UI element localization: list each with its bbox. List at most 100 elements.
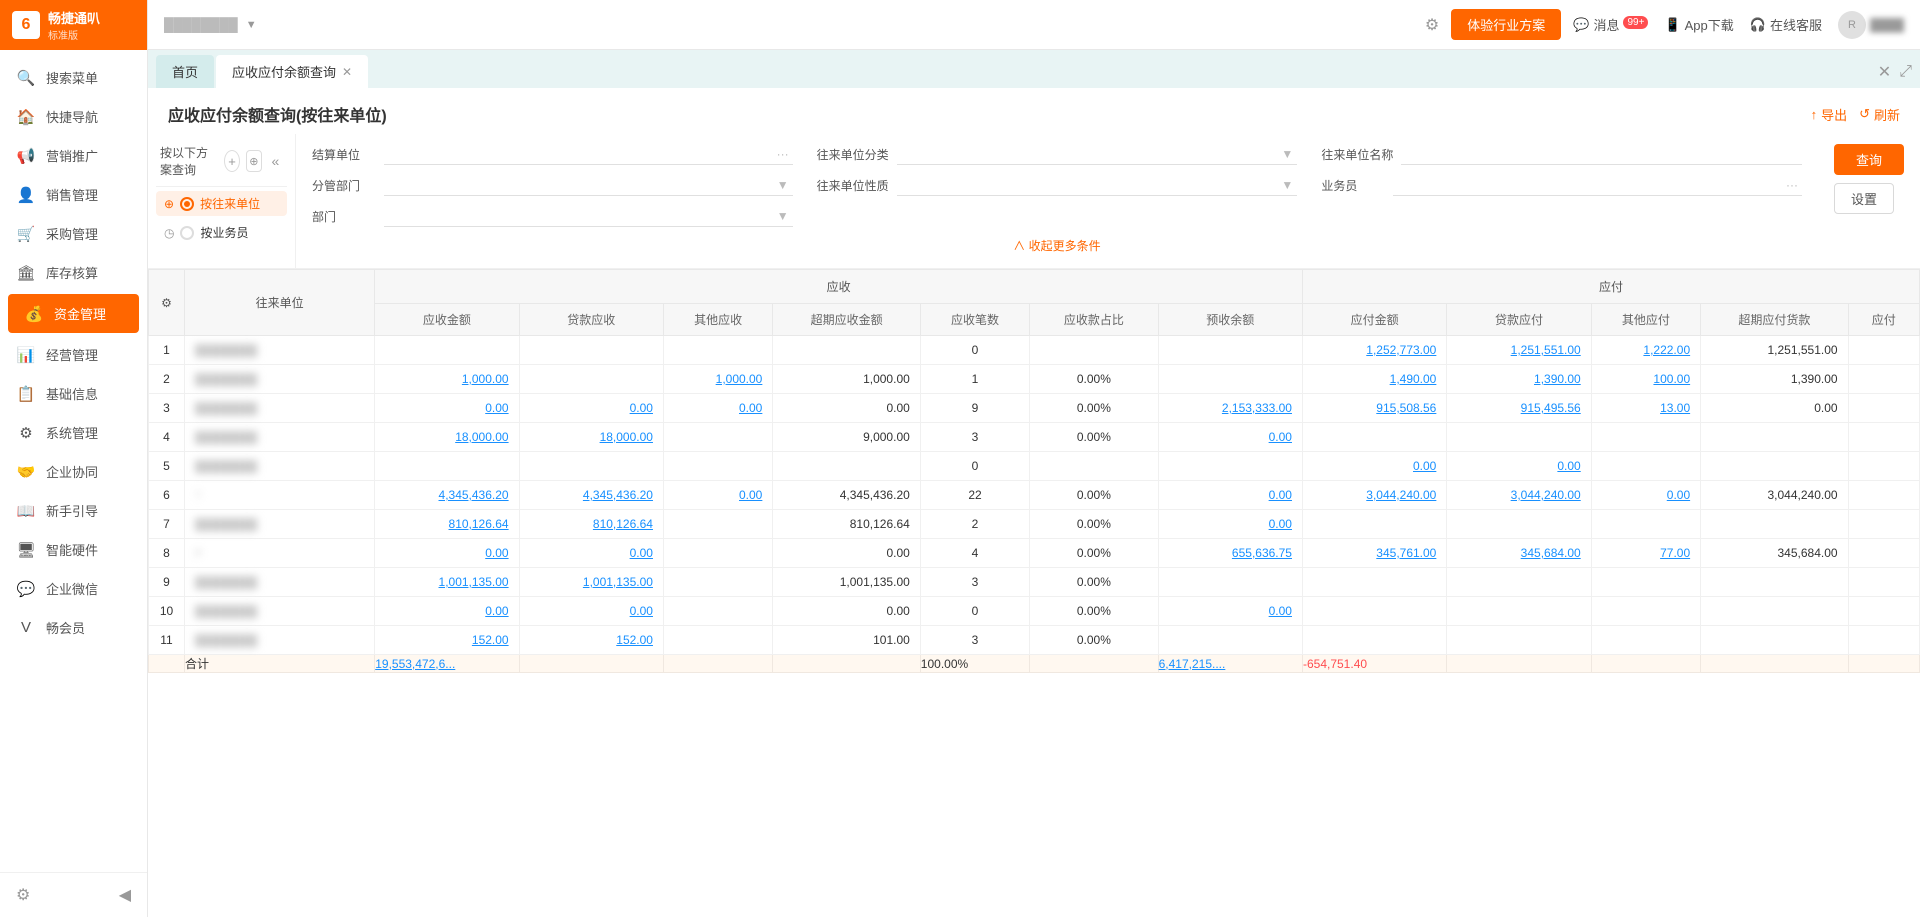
- table-row: 5████████00.000.00: [149, 452, 1920, 481]
- footer-empty5: [1030, 655, 1158, 673]
- sidebar-item-purchase[interactable]: 🛒 采购管理: [0, 214, 147, 253]
- filter-cell-partner-name: 往来单位名称: [1321, 144, 1802, 165]
- query-buttons: 查询 设置: [1818, 134, 1920, 268]
- vip-icon: V: [16, 619, 36, 636]
- partner-nature-input[interactable]: [901, 178, 1282, 192]
- col-ar-loan: 贷款应收: [519, 304, 663, 336]
- chevron-down-icon[interactable]: ▼: [246, 19, 257, 31]
- footer-label: 合计: [185, 655, 375, 673]
- expand-icon[interactable]: ⤢: [1899, 63, 1912, 81]
- refresh-label: 刷新: [1874, 105, 1900, 124]
- salesperson-input[interactable]: [1397, 178, 1786, 192]
- data-table: ⚙ 往来单位 应收 应付 应收金额 贷款应收 其他应收 超期应收金额 应收笔数 …: [148, 269, 1920, 673]
- filter-radio-partner: [180, 197, 194, 211]
- filter-option-by-partner[interactable]: ⊕ 按往来单位: [156, 191, 287, 216]
- partner-category-arrow-icon[interactable]: ▼: [1281, 147, 1293, 161]
- sidebar-item-operation[interactable]: 📊 经营管理: [0, 335, 147, 374]
- service-item[interactable]: 🎧 在线客服: [1750, 15, 1822, 34]
- partner-name-input-wrap: [1401, 144, 1802, 165]
- operation-icon: 📊: [16, 346, 36, 364]
- export-button[interactable]: ↑ 导出: [1811, 105, 1848, 124]
- filter-options: ⊕ 按往来单位 ◷ 按业务员: [156, 187, 287, 249]
- sidebar-item-wechat[interactable]: 💬 企业微信: [0, 569, 147, 608]
- filter-config-button[interactable]: ⊕: [246, 150, 262, 172]
- table-footer: 合计 19,553,472,6... 100.00% 6,417,215....…: [149, 655, 1920, 673]
- app-label: App下载: [1685, 15, 1734, 34]
- sidebar-item-search[interactable]: 🔍 搜索菜单: [0, 58, 147, 97]
- filter-salesperson-label: 按业务员: [200, 224, 248, 241]
- filter-cell-settlement: 结算单位 ···: [312, 144, 793, 165]
- content-area: 应收应付余额查询(按往来单位) ↑ 导出 ↺ 刷新 按以下方案查询 + ⊕: [148, 88, 1920, 917]
- footer-empty: [149, 655, 185, 673]
- breadcrumb-text: ████████: [164, 17, 238, 32]
- salesperson-dots-icon[interactable]: ···: [1786, 178, 1798, 192]
- sidebar-logo-sub: 标准版: [48, 27, 100, 42]
- tabbar-actions: ✕ ⤢: [1878, 62, 1912, 88]
- collapse-more-button[interactable]: ∧ 收起更多条件: [312, 233, 1802, 258]
- footer-ar-total[interactable]: 19,553,472,6...: [375, 655, 519, 673]
- table-settings-icon[interactable]: ⚙: [161, 296, 172, 310]
- sidebar-item-quicknav[interactable]: 🏠 快捷导航: [0, 97, 147, 136]
- query-button[interactable]: 查询: [1834, 144, 1904, 175]
- sidebar: 6 畅捷通叭 标准版 🔍 搜索菜单 🏠 快捷导航 📢 营销推广 👤 销售管理 🛒…: [0, 0, 148, 917]
- sidebar-item-sales[interactable]: 👤 销售管理: [0, 175, 147, 214]
- sidebar-item-label: 基础信息: [46, 384, 98, 403]
- tab-close-icon[interactable]: ✕: [342, 65, 352, 79]
- close-window-icon[interactable]: ✕: [1878, 62, 1891, 82]
- header-right: 💬 消息 99+ 📱 App下载 🎧 在线客服 R ████: [1573, 11, 1904, 39]
- setting-button[interactable]: 设置: [1834, 183, 1894, 214]
- table-row: 9████████1,001,135.001,001,135.001,001,1…: [149, 568, 1920, 597]
- filter-arrow-button[interactable]: «: [268, 150, 283, 172]
- partner-name-input[interactable]: [1405, 147, 1798, 161]
- header-gear-icon[interactable]: ⚙: [1425, 15, 1439, 35]
- sidebar-item-label: 经营管理: [46, 345, 98, 364]
- dept-arrow-icon[interactable]: ▼: [777, 178, 789, 192]
- app-download-item[interactable]: 📱 App下载: [1664, 15, 1733, 34]
- promo-button[interactable]: 体验行业方案: [1451, 9, 1561, 40]
- tab-home[interactable]: 首页: [156, 55, 214, 88]
- breadcrumb: ████████ ▼: [164, 17, 1413, 32]
- refresh-icon: ↺: [1859, 106, 1870, 122]
- refresh-button[interactable]: ↺ 刷新: [1859, 105, 1900, 124]
- sidebar-item-marketing[interactable]: 📢 营销推广: [0, 136, 147, 175]
- inventory-icon: 🏛: [16, 264, 36, 282]
- sidebar-item-inventory[interactable]: 🏛 库存核算: [0, 253, 147, 292]
- sidebar-footer: ⚙ ◀: [0, 872, 147, 917]
- table-row: 4████████18,000.0018,000.009,000.0030.00…: [149, 423, 1920, 452]
- settings-footer-icon[interactable]: ⚙: [16, 885, 30, 905]
- collapse-label: 收起更多条件: [1029, 239, 1101, 253]
- wechat-icon: 💬: [16, 580, 36, 598]
- partner-nature-input-wrap: ▼: [897, 175, 1298, 196]
- avatar: R: [1838, 11, 1866, 39]
- partner-category-input[interactable]: [901, 147, 1282, 161]
- col-ap-overdue: 超期应付货款: [1701, 304, 1848, 336]
- dept-input[interactable]: [388, 178, 777, 192]
- sidebar-item-system[interactable]: ⚙ 系统管理: [0, 413, 147, 452]
- table-header-sub: 应收金额 贷款应收 其他应收 超期应收金额 应收笔数 应收款占比 预收余额 应付…: [149, 304, 1920, 336]
- filter-row-1: 结算单位 ··· 往来单位分类 ▼ 往来单位: [312, 144, 1802, 165]
- col-ar-other: 其他应收: [663, 304, 772, 336]
- sidebar-item-vip[interactable]: V 畅会员: [0, 608, 147, 647]
- message-item[interactable]: 💬 消息 99+: [1573, 15, 1648, 34]
- user-item[interactable]: R ████: [1838, 11, 1904, 39]
- footer-prepaid-total[interactable]: 6,417,215....: [1158, 655, 1302, 673]
- department-input[interactable]: [388, 209, 777, 223]
- sidebar-item-label: 搜索菜单: [46, 68, 98, 87]
- sidebar-item-baseinfo[interactable]: 📋 基础信息: [0, 374, 147, 413]
- settlement-input[interactable]: [388, 147, 777, 161]
- sidebar-item-guide[interactable]: 📖 新手引导: [0, 491, 147, 530]
- sidebar-item-corp[interactable]: 🤝 企业协同: [0, 452, 147, 491]
- export-icon: ↑: [1811, 107, 1818, 122]
- collapse-sidebar-icon[interactable]: ◀: [119, 885, 131, 905]
- footer-empty3: [663, 655, 772, 673]
- department-arrow-icon[interactable]: ▼: [777, 209, 789, 223]
- col-ar-overdue: 超期应收金额: [773, 304, 920, 336]
- settlement-dots-icon[interactable]: ···: [777, 147, 789, 161]
- tab-ar-ap[interactable]: 应收应付余额查询 ✕: [216, 55, 368, 88]
- filter-add-button[interactable]: +: [224, 150, 240, 172]
- partner-nature-arrow-icon[interactable]: ▼: [1281, 178, 1293, 192]
- sidebar-item-finance[interactable]: 💰 资金管理: [8, 294, 139, 333]
- corp-icon: 🤝: [16, 463, 36, 481]
- sidebar-item-hardware[interactable]: 🖥 智能硬件: [0, 530, 147, 569]
- filter-option-by-salesperson[interactable]: ◷ 按业务员: [156, 220, 287, 245]
